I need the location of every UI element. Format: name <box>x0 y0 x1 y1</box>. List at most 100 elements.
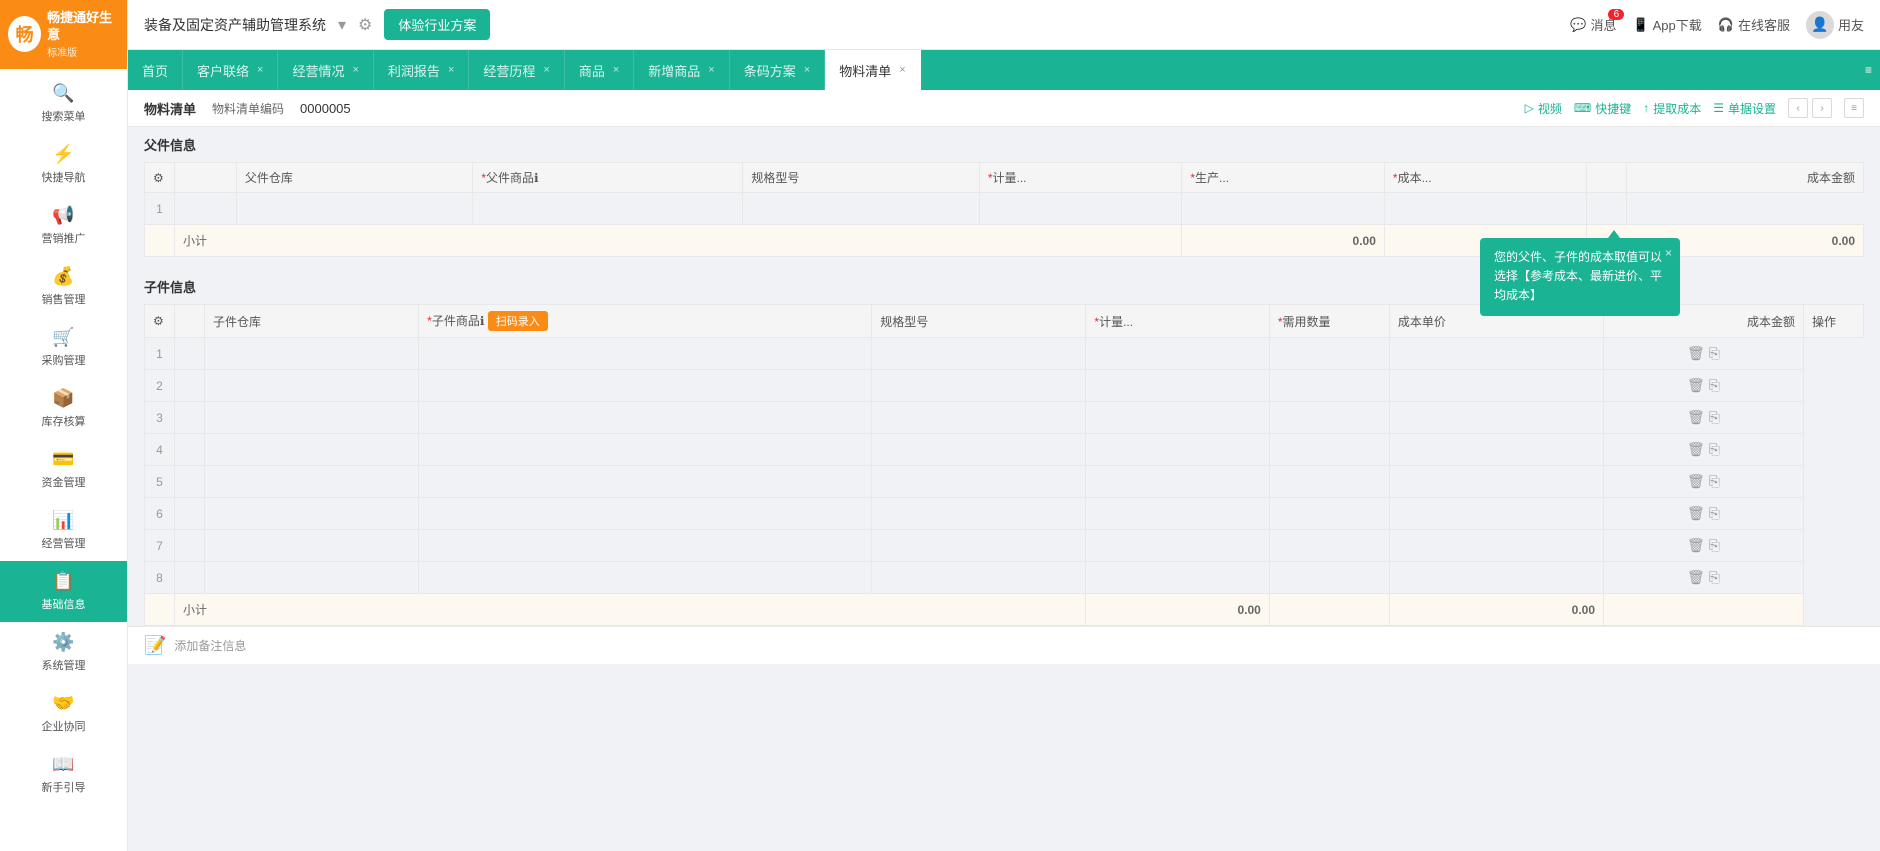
child-row-2-action: 🗑⎘ <box>1604 370 1804 402</box>
delete-icon-row4[interactable]: 🗑 <box>1687 441 1705 458</box>
copy-icon-row8[interactable]: ⎘ <box>1709 569 1720 586</box>
child-row-2-warehouse[interactable] <box>175 370 205 402</box>
scan-input-button[interactable]: 扫码录入 <box>488 311 548 331</box>
delete-icon-row8[interactable]: 🗑 <box>1687 569 1705 586</box>
sidebar-item-operations[interactable]: 📊经营管理 <box>0 500 127 561</box>
copy-icon-row2[interactable]: ⎘ <box>1709 377 1720 394</box>
app-logo: 畅 畅捷通好生意 标准版 <box>0 0 127 69</box>
setting-btn[interactable]: ☰ 单据设置 <box>1713 100 1776 117</box>
topbar-right: 💬 消息 6 📱 App下载 🎧 在线客服 👤 用友 <box>1570 11 1864 39</box>
parent-row-1-goods[interactable] <box>236 193 472 225</box>
prev-arrow[interactable]: ‹ <box>1788 98 1808 118</box>
tab-customer-close[interactable]: × <box>257 64 263 76</box>
child-row-1-unit[interactable] <box>872 338 1086 370</box>
parent-col-settings[interactable]: ⚙ <box>145 163 175 193</box>
sidebar-item-enterprise[interactable]: 🤝企业协同 <box>0 683 127 744</box>
tab-new-goods-close[interactable]: × <box>708 64 714 76</box>
child-row-1-unit-cost[interactable] <box>1269 338 1389 370</box>
delete-icon-row2[interactable]: 🗑 <box>1687 377 1705 394</box>
tab-operations-close[interactable]: × <box>352 64 358 76</box>
tab-customer[interactable]: 客户联络× <box>183 50 278 90</box>
tab-barcode[interactable]: 条码方案× <box>730 50 825 90</box>
parent-col-warehouse: 父件仓库 <box>236 163 472 193</box>
parent-row-1-unit[interactable] <box>743 193 979 225</box>
sidebar-item-marketing[interactable]: 📢营销推广 <box>0 195 127 256</box>
tab-new-goods[interactable]: 新增商品× <box>634 50 729 90</box>
copy-icon-row4[interactable]: ⎘ <box>1709 441 1720 458</box>
parent-row-1: 1 <box>145 193 1864 225</box>
view-btn[interactable]: ▷ 视频 <box>1525 100 1562 117</box>
topbar-gear-icon[interactable]: ⚙ <box>358 15 372 35</box>
delete-icon-row5[interactable]: 🗑 <box>1687 473 1705 490</box>
delete-icon-row7[interactable]: 🗑 <box>1687 537 1705 554</box>
box-icon: 📦 <box>52 388 74 409</box>
tooltip-close-icon[interactable]: × <box>1665 244 1672 263</box>
code-value: 0000005 <box>300 101 351 116</box>
tab-history-close[interactable]: × <box>543 64 549 76</box>
sidebar-item-quick-nav[interactable]: ⚡快捷导航 <box>0 134 127 195</box>
child-row-1-spec[interactable] <box>419 338 872 370</box>
sidebar-item-inventory[interactable]: 📦库存核算 <box>0 378 127 439</box>
topbar-message[interactable]: 💬 消息 6 <box>1570 15 1616 34</box>
child-row-2-unit[interactable] <box>872 370 1086 402</box>
topbar-app-download[interactable]: 📱 App下载 <box>1632 15 1701 34</box>
menu-btn[interactable]: ≡ <box>1844 98 1864 118</box>
copy-icon-row6[interactable]: ⎘ <box>1709 505 1720 522</box>
delete-icon-row1[interactable]: 🗑 <box>1687 345 1705 362</box>
child-row-2-qty[interactable] <box>1086 370 1269 402</box>
tab-goods-close[interactable]: × <box>613 64 619 76</box>
child-row-2-unit-cost[interactable] <box>1269 370 1389 402</box>
user-avatar: 👤 <box>1806 11 1834 39</box>
tab-goods[interactable]: 商品× <box>565 50 634 90</box>
delete-icon-row3[interactable]: 🗑 <box>1687 409 1705 426</box>
topbar-trial-button[interactable]: 体验行业方案 <box>384 9 490 40</box>
sidebar-item-sales[interactable]: 💰销售管理 <box>0 256 127 317</box>
child-row-7-num: 7 <box>145 530 175 562</box>
sidebar-item-search[interactable]: 🔍搜索菜单 <box>0 73 127 134</box>
child-row-1-qty[interactable] <box>1086 338 1269 370</box>
tab-bom[interactable]: 物料清单× <box>825 50 920 90</box>
book-icon: 📖 <box>52 754 74 775</box>
tab-barcode-close[interactable]: × <box>804 64 810 76</box>
parent-row-1-warehouse[interactable] <box>175 193 237 225</box>
tab-history[interactable]: 经营历程× <box>469 50 564 90</box>
copy-icon-row5[interactable]: ⎘ <box>1709 473 1720 490</box>
tab-bom-close[interactable]: × <box>899 64 905 76</box>
tab-home[interactable]: 首页 <box>128 50 183 90</box>
copy-icon-row1[interactable]: ⎘ <box>1709 345 1720 362</box>
delete-icon-row6[interactable]: 🗑 <box>1687 505 1705 522</box>
parent-section-title: 父件信息 <box>144 135 1864 154</box>
sidebar-item-guide[interactable]: 📖新手引导 <box>0 744 127 805</box>
parent-row-1-produce[interactable] <box>979 193 1182 225</box>
tab-profit-close[interactable]: × <box>448 64 454 76</box>
shortcut-btn[interactable]: ⌨ 快捷键 <box>1574 100 1631 117</box>
sub-header: 物料清单 物料清单编码 0000005 ▷ 视频 ⌨ 快捷键 ↑ 提取成本 <box>128 90 1880 127</box>
copy-icon-row3[interactable]: ⎘ <box>1709 409 1720 426</box>
topbar-user[interactable]: 👤 用友 <box>1806 11 1864 39</box>
child-row-2-goods[interactable] <box>205 370 419 402</box>
topbar: 装备及固定资产辅助管理系统 ▾ ⚙ 体验行业方案 💬 消息 6 📱 App下载 … <box>128 0 1880 50</box>
cost-btn[interactable]: ↑ 提取成本 <box>1643 100 1701 117</box>
parent-col-goods: *父件商品ℹ <box>473 163 743 193</box>
nav-tabs-more[interactable]: ≡ <box>1865 63 1880 77</box>
next-arrow[interactable]: › <box>1812 98 1832 118</box>
child-col-settings[interactable]: ⚙ <box>145 305 175 338</box>
add-note-label[interactable]: 添加备注信息 <box>174 637 246 654</box>
child-row-2-spec[interactable] <box>419 370 872 402</box>
parent-row-1-cost[interactable] <box>1182 193 1385 225</box>
copy-icon-row7[interactable]: ⎘ <box>1709 537 1720 554</box>
child-row-1-goods[interactable] <box>205 338 419 370</box>
tooltip-text: 您的父件、子件的成本取值可以选择【参考成本、最新进价、平均成本】 <box>1494 250 1662 302</box>
child-row-7: 7 🗑⎘ <box>145 530 1864 562</box>
tab-profit[interactable]: 利润报告× <box>374 50 469 90</box>
sidebar-item-system[interactable]: ⚙️系统管理 <box>0 622 127 683</box>
parent-row-1-spec[interactable] <box>473 193 743 225</box>
sidebar-item-finance[interactable]: 💳资金管理 <box>0 439 127 500</box>
sidebar-item-basic-info[interactable]: 📋基础信息 <box>0 561 127 622</box>
tab-operations[interactable]: 经营情况× <box>278 50 373 90</box>
sidebar-item-purchase[interactable]: 🛒采购管理 <box>0 317 127 378</box>
page-body: 物料清单 物料清单编码 0000005 ▷ 视频 ⌨ 快捷键 ↑ 提取成本 <box>128 90 1880 851</box>
topbar-dropdown-icon[interactable]: ▾ <box>338 15 346 35</box>
topbar-online-service[interactable]: 🎧 在线客服 <box>1718 15 1790 34</box>
child-row-1-warehouse[interactable] <box>175 338 205 370</box>
